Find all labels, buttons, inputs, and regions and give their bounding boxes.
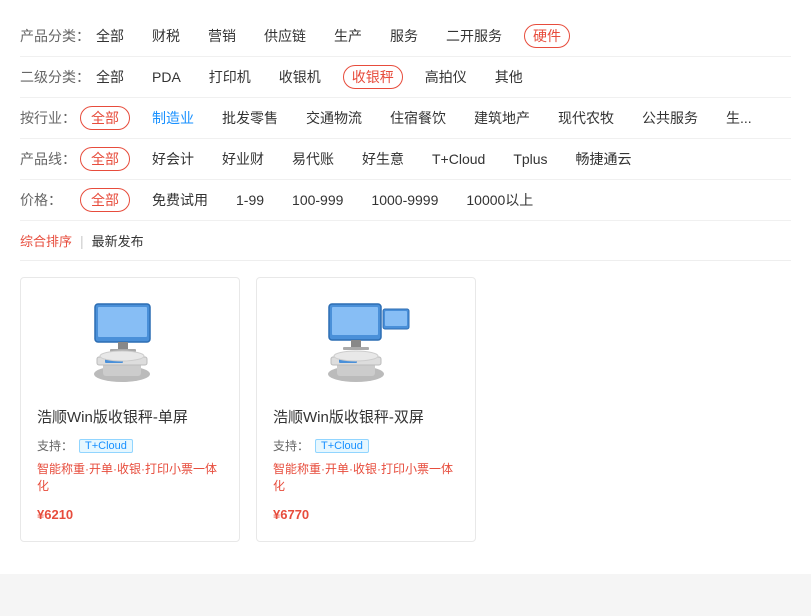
sort-latest[interactable]: 最新发布 <box>92 231 144 250</box>
filter-price-0[interactable]: 全部 <box>80 188 130 212</box>
filter-ind-1[interactable]: 制造业 <box>146 106 200 130</box>
filter-subcategory-label: 二级分类： <box>20 67 90 87</box>
product-support-0: 支持： T+Cloud <box>37 437 223 454</box>
product-price-1: ¥6770 <box>273 502 459 525</box>
sort-bar: 综合排序 | 最新发布 <box>20 221 791 261</box>
filter-industry-label: 按行业： <box>20 108 80 128</box>
filter-category-items: 全部 财税 营销 供应链 生产 服务 二开服务 硬件 <box>90 24 570 48</box>
filter-price-3[interactable]: 100-999 <box>286 190 349 210</box>
filter-cat-2[interactable]: 营销 <box>202 24 242 48</box>
filter-cat-0[interactable]: 全部 <box>90 24 130 48</box>
filter-pl-3[interactable]: 易代账 <box>286 147 340 171</box>
filter-industry: 按行业： 全部 制造业 批发零售 交通物流 住宿餐饮 建筑地产 现代农牧 公共服… <box>20 98 791 139</box>
product-desc-1: 智能称重·开单·收银·打印小票一体化 <box>273 460 459 494</box>
filter-sub-4[interactable]: 收银秤 <box>343 65 403 89</box>
filter-cat-5[interactable]: 服务 <box>384 24 424 48</box>
filter-price-4[interactable]: 1000-9999 <box>365 190 444 210</box>
filter-price: 价格： 全部 免费试用 1-99 100-999 1000-9999 10000… <box>20 180 791 221</box>
product-name-0: 浩顺Win版收银秤-单屏 <box>37 406 223 427</box>
sort-comprehensive[interactable]: 综合排序 <box>20 231 72 250</box>
filter-sub-5[interactable]: 高拍仪 <box>419 65 473 89</box>
filter-ind-3[interactable]: 交通物流 <box>300 106 368 130</box>
filter-product-line: 产品线： 全部 好会计 好业财 易代账 好生意 T+Cloud Tplus 畅捷… <box>20 139 791 180</box>
product-price-0: ¥6210 <box>37 502 223 525</box>
filter-ind-0[interactable]: 全部 <box>80 106 130 130</box>
product-support-1: 支持： T+Cloud <box>273 437 459 454</box>
filter-price-1[interactable]: 免费试用 <box>146 188 214 212</box>
filter-subcategory: 二级分类： 全部 PDA 打印机 收银机 收银秤 高拍仪 其他 <box>20 57 791 98</box>
filter-ind-5[interactable]: 建筑地产 <box>468 106 536 130</box>
filter-pl-0[interactable]: 全部 <box>80 147 130 171</box>
filter-subcategory-items: 全部 PDA 打印机 收银机 收银秤 高拍仪 其他 <box>90 65 529 89</box>
sort-divider: | <box>80 233 84 249</box>
filter-pl-6[interactable]: Tplus <box>507 149 553 169</box>
filter-productline-items: 全部 好会计 好业财 易代账 好生意 T+Cloud Tplus 畅捷通云 <box>80 147 638 171</box>
filter-cat-6[interactable]: 二开服务 <box>440 24 508 48</box>
product-name-1: 浩顺Win版收银秤-双屏 <box>273 406 459 427</box>
filter-productline-label: 产品线： <box>20 149 80 169</box>
product-support-label-0: 支持： <box>37 437 73 454</box>
filter-pl-2[interactable]: 好业财 <box>216 147 270 171</box>
filter-price-label: 价格： <box>20 190 80 210</box>
filter-ind-2[interactable]: 批发零售 <box>216 106 284 130</box>
products-grid: 浩顺Win版收银秤-单屏 支持： T+Cloud 智能称重·开单·收银·打印小票… <box>20 261 791 558</box>
filter-price-2[interactable]: 1-99 <box>230 190 270 210</box>
filter-cat-3[interactable]: 供应链 <box>258 24 312 48</box>
product-image-1 <box>273 294 459 394</box>
filter-cat-4[interactable]: 生产 <box>328 24 368 48</box>
product-desc-0: 智能称重·开单·收银·打印小票一体化 <box>37 460 223 494</box>
product-badge-1: T+Cloud <box>315 439 369 453</box>
product-card-0[interactable]: 浩顺Win版收银秤-单屏 支持： T+Cloud 智能称重·开单·收银·打印小票… <box>20 277 240 542</box>
filter-price-items: 全部 免费试用 1-99 100-999 1000-9999 10000以上 <box>80 188 539 212</box>
filter-ind-4[interactable]: 住宿餐饮 <box>384 106 452 130</box>
price-value-1: 6770 <box>280 507 309 522</box>
filter-pl-7[interactable]: 畅捷通云 <box>570 147 638 171</box>
price-value-0: 6210 <box>44 507 73 522</box>
filter-sub-2[interactable]: 打印机 <box>203 65 257 89</box>
filter-pl-4[interactable]: 好生意 <box>356 147 410 171</box>
filter-sub-3[interactable]: 收银机 <box>273 65 327 89</box>
product-image-0 <box>37 294 223 394</box>
filter-sub-1[interactable]: PDA <box>146 67 187 87</box>
filter-ind-7[interactable]: 公共服务 <box>636 106 704 130</box>
filter-category: 产品分类： 全部 财税 营销 供应链 生产 服务 二开服务 硬件 <box>20 16 791 57</box>
product-badge-0: T+Cloud <box>79 439 133 453</box>
filter-pl-5[interactable]: T+Cloud <box>426 149 491 169</box>
product-support-label-1: 支持： <box>273 437 309 454</box>
filter-industry-items: 全部 制造业 批发零售 交通物流 住宿餐饮 建筑地产 现代农牧 公共服务 生..… <box>80 106 758 130</box>
filter-category-label: 产品分类： <box>20 26 90 46</box>
filter-sub-6[interactable]: 其他 <box>489 65 529 89</box>
filter-cat-1[interactable]: 财税 <box>146 24 186 48</box>
product-card-1[interactable]: 浩顺Win版收银秤-双屏 支持： T+Cloud 智能称重·开单·收银·打印小票… <box>256 277 476 542</box>
filter-pl-1[interactable]: 好会计 <box>146 147 200 171</box>
filter-ind-8[interactable]: 生... <box>720 106 758 130</box>
filter-cat-7[interactable]: 硬件 <box>524 24 570 48</box>
filter-ind-6[interactable]: 现代农牧 <box>552 106 620 130</box>
filter-sub-0[interactable]: 全部 <box>90 65 130 89</box>
filter-price-5[interactable]: 10000以上 <box>460 188 539 212</box>
